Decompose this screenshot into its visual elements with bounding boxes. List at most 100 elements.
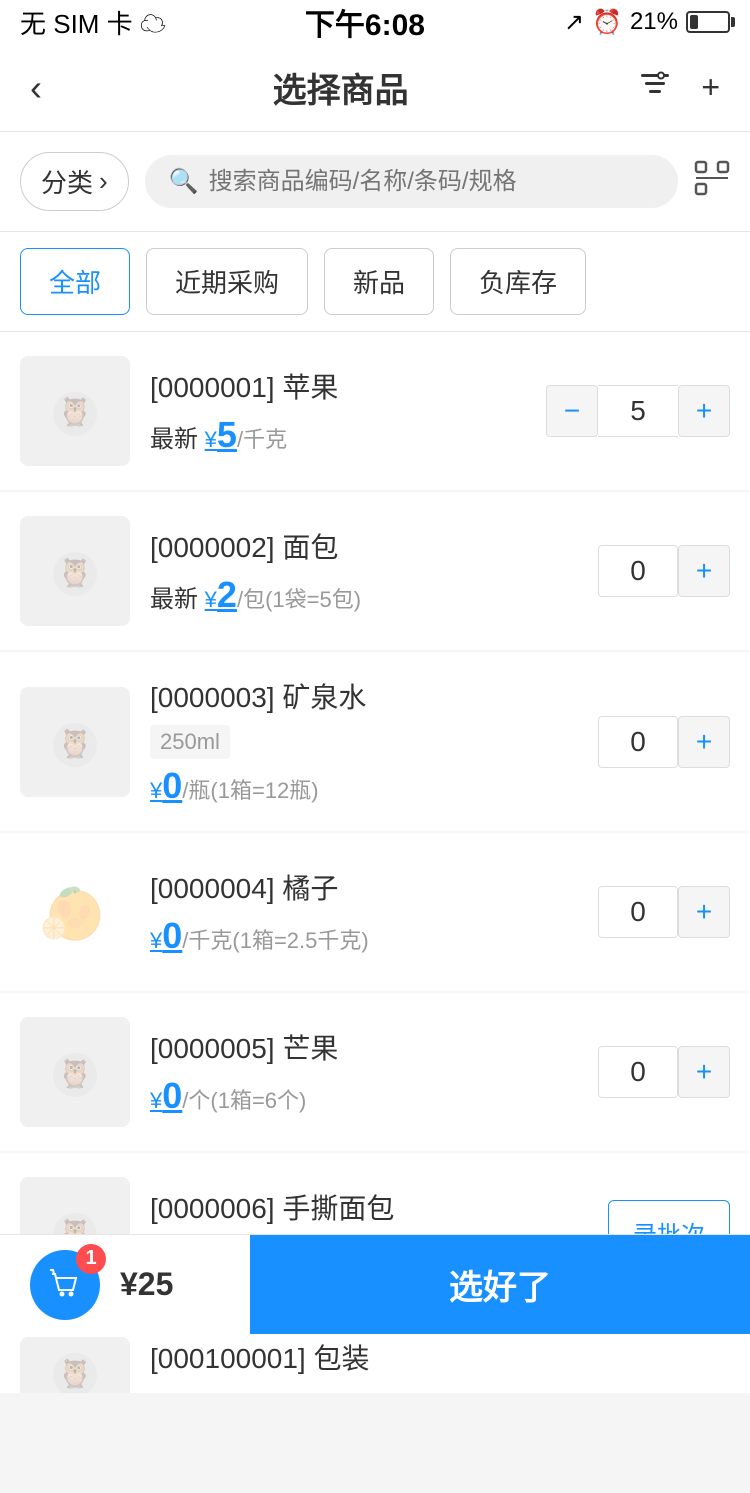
price-symbol: ¥ <box>150 1088 162 1113</box>
quantity-control-0000001: − + <box>546 385 730 437</box>
table-row: 🦉 [0000005] 芒果 ¥0/个(1箱=6个) + <box>0 993 750 1151</box>
category-chevron: › <box>99 166 108 197</box>
price-num: 5 <box>217 414 237 455</box>
product-image-0000005: 🦉 <box>20 1017 130 1127</box>
product-price: 最新 ¥5/千克 <box>150 414 526 456</box>
table-row: 🦉 [0000003] 矿泉水 250ml ¥0/瓶(1箱=12瓶) + <box>0 652 750 831</box>
product-info-0000001: [0000001] 苹果 最新 ¥5/千克 <box>150 366 526 456</box>
product-price: ¥0/个(1箱=6个) <box>150 1075 578 1117</box>
location-icon: ↗ <box>564 8 584 37</box>
price-num: 0 <box>162 915 182 956</box>
product-name: [0000003] 矿泉水 <box>150 676 578 716</box>
nav-actions: + <box>639 68 720 108</box>
cart-section: 1 ¥25 <box>0 1250 250 1320</box>
svg-text:🦉: 🦉 <box>58 396 93 428</box>
product-price: ¥0/千克(1箱=2.5千克) <box>150 915 578 957</box>
svg-text:🦉: 🦉 <box>58 728 93 760</box>
price-num: 0 <box>162 1075 182 1116</box>
tab-recent[interactable]: 近期采购 <box>146 248 308 315</box>
category-button[interactable]: 分类 › <box>20 152 129 211</box>
quantity-increase-button[interactable]: + <box>678 1046 730 1098</box>
scan-icon[interactable] <box>694 160 730 204</box>
price-num: 2 <box>217 574 237 615</box>
quantity-control-0000004: + <box>598 886 730 938</box>
quantity-input[interactable] <box>598 545 678 597</box>
search-box: 🔍 <box>145 155 678 208</box>
table-row: 🦉 [0000002] 面包 最新 ¥2/包(1袋=5包) + <box>0 492 750 650</box>
battery-percent: 21% <box>630 8 678 36</box>
product-image-0000002: 🦉 <box>20 516 130 626</box>
tab-negative[interactable]: 负库存 <box>450 248 586 315</box>
price-label: 最新 <box>150 426 205 453</box>
bottom-bar: 1 ¥25 选好了 <box>0 1234 750 1334</box>
price-symbol: ¥ <box>205 587 217 612</box>
page-title: 选择商品 <box>273 63 409 112</box>
product-name: [0000002] 面包 <box>150 526 578 566</box>
product-image-0000004 <box>20 857 130 967</box>
table-row: [0000004] 橘子 ¥0/千克(1箱=2.5千克) + <box>0 833 750 991</box>
quantity-input[interactable] <box>598 1046 678 1098</box>
quantity-increase-button[interactable]: + <box>678 886 730 938</box>
table-row: 🦉 [0000001] 苹果 最新 ¥5/千克 − + <box>0 332 750 490</box>
quantity-increase-button[interactable]: + <box>678 385 730 437</box>
price-symbol: ¥ <box>205 427 217 452</box>
battery-icon <box>686 11 730 33</box>
product-info-0000004: [0000004] 橘子 ¥0/千克(1箱=2.5千克) <box>150 867 578 957</box>
quantity-input[interactable] <box>598 886 678 938</box>
svg-text:🦉: 🦉 <box>58 1058 93 1090</box>
price-unit: /千克 <box>237 427 287 452</box>
tab-new[interactable]: 新品 <box>324 248 434 315</box>
product-name: [0000005] 芒果 <box>150 1027 578 1067</box>
product-name: [000100001] 包装 <box>150 1337 730 1377</box>
product-info-0000002: [0000002] 面包 最新 ¥2/包(1袋=5包) <box>150 526 578 616</box>
quantity-input[interactable] <box>598 716 678 768</box>
quantity-control-0000003: + <box>598 716 730 768</box>
product-price: ¥0/瓶(1箱=12瓶) <box>150 765 578 807</box>
product-spec: 250ml <box>150 725 230 759</box>
price-label: 最新 <box>150 586 205 613</box>
price-symbol: ¥ <box>150 778 162 803</box>
product-info-0000005: [0000005] 芒果 ¥0/个(1箱=6个) <box>150 1027 578 1117</box>
product-info-partial: [000100001] 包装 <box>150 1337 730 1385</box>
cart-total: ¥25 <box>120 1266 173 1303</box>
category-label: 分类 <box>41 163 93 200</box>
nav-bar: ‹ 选择商品 + <box>0 44 750 132</box>
search-icon: 🔍 <box>169 167 199 196</box>
add-button[interactable]: + <box>701 69 720 106</box>
svg-text:🦉: 🦉 <box>58 1358 93 1390</box>
price-unit: /瓶(1箱=12瓶) <box>182 778 318 803</box>
cart-badge: 1 <box>76 1244 106 1274</box>
tab-all[interactable]: 全部 <box>20 248 130 315</box>
quantity-decrease-button[interactable]: − <box>546 385 598 437</box>
alarm-icon: ⏰ <box>592 8 622 37</box>
status-right: ↗ ⏰ 21% <box>564 8 730 37</box>
product-name: [0000001] 苹果 <box>150 366 526 406</box>
quantity-increase-button[interactable]: + <box>678 545 730 597</box>
confirm-button[interactable]: 选好了 <box>250 1235 750 1334</box>
price-unit: /包(1袋=5包) <box>237 587 361 612</box>
filter-bar: 分类 › 🔍 <box>0 132 750 232</box>
quantity-increase-button[interactable]: + <box>678 716 730 768</box>
product-image-0000001: 🦉 <box>20 356 130 466</box>
status-left: 无 SIM 卡 ☁ <box>20 4 166 41</box>
price-unit: /个(1箱=6个) <box>182 1088 306 1113</box>
product-name: [0000004] 橘子 <box>150 867 578 907</box>
search-input[interactable] <box>209 168 654 196</box>
quantity-control-0000005: + <box>598 1046 730 1098</box>
back-button[interactable]: ‹ <box>30 67 42 109</box>
cart-icon-button[interactable]: 1 <box>30 1250 100 1320</box>
filter-icon[interactable] <box>639 68 671 108</box>
price-symbol: ¥ <box>150 928 162 953</box>
quantity-input[interactable] <box>598 385 678 437</box>
tab-bar: 全部 近期采购 新品 负库存 <box>0 232 750 332</box>
status-time: 下午6:08 <box>305 0 425 44</box>
svg-text:🦉: 🦉 <box>58 557 93 589</box>
battery-fill <box>690 15 698 29</box>
product-price: 最新 ¥2/包(1袋=5包) <box>150 574 578 616</box>
product-info-0000003: [0000003] 矿泉水 250ml ¥0/瓶(1箱=12瓶) <box>150 676 578 807</box>
status-bar: 无 SIM 卡 ☁ 下午6:08 ↗ ⏰ 21% <box>0 0 750 44</box>
product-name: [0000006] 手撕面包 <box>150 1187 588 1227</box>
price-unit: /千克(1箱=2.5千克) <box>182 928 368 953</box>
product-image-partial: 🦉 <box>20 1337 130 1393</box>
quantity-control-0000002: + <box>598 545 730 597</box>
